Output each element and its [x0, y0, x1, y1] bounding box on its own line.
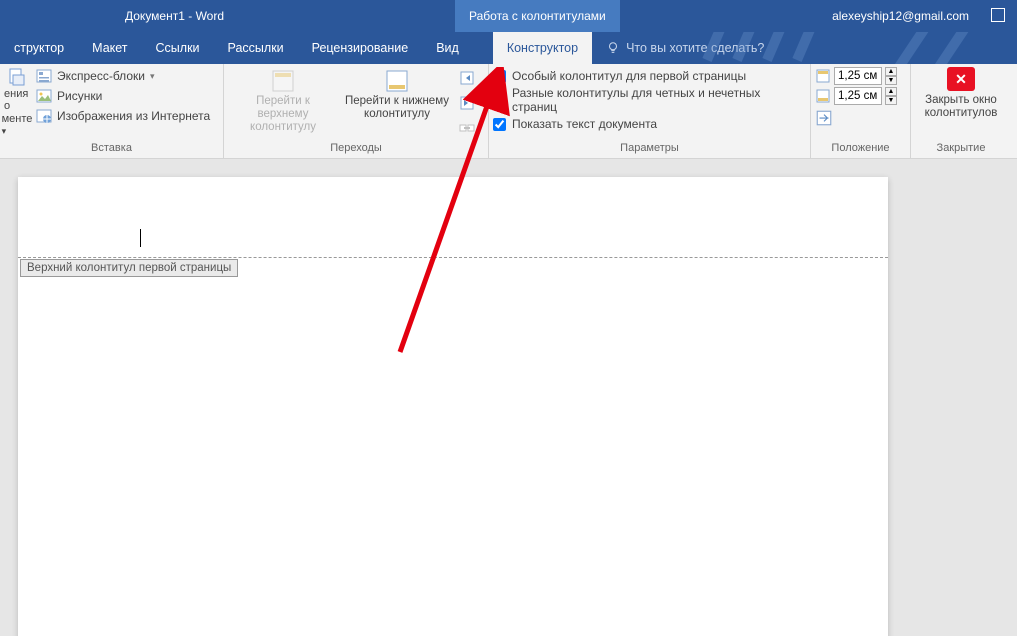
spin-up[interactable]: ▲: [885, 67, 897, 76]
close-icon: ✕: [947, 67, 975, 91]
ribbon: ения о менте ▾ Экспресс-блоки ▾ Рисунки …: [0, 64, 1017, 159]
tell-me-search[interactable]: Что вы хотите сделать?: [592, 32, 778, 64]
previous-section-button[interactable]: [456, 67, 478, 89]
group-label-transitions: Переходы: [228, 142, 484, 156]
document-info-icon: [7, 67, 27, 87]
show-document-text-checkbox[interactable]: Показать текст документа: [493, 117, 806, 131]
tab-review[interactable]: Рецензирование: [298, 32, 423, 64]
quick-parts-button[interactable]: Экспресс-блоки ▾: [34, 67, 212, 85]
tab-view[interactable]: Вид: [422, 32, 473, 64]
group-transitions: Перейти к верхнему колонтитулу Перейти к…: [224, 64, 489, 158]
show-document-text-input[interactable]: [493, 118, 506, 131]
header-from-top-input[interactable]: [834, 67, 882, 85]
footer-bottom-icon: [815, 88, 831, 104]
group-insert: ения о менте ▾ Экспресс-блоки ▾ Рисунки …: [0, 64, 224, 158]
group-label-close: Закрытие: [937, 142, 986, 156]
header-area[interactable]: Верхний колонтитул первой страницы: [18, 177, 888, 277]
next-icon: [459, 95, 475, 111]
ribbon-display-options-icon[interactable]: [991, 8, 1005, 22]
group-label-position: Положение: [815, 142, 906, 156]
online-pictures-button[interactable]: Изображения из Интернета: [34, 107, 212, 125]
document-title: Документ1 - Word: [125, 9, 224, 23]
header-boundary-line: [18, 257, 888, 258]
different-first-page-checkbox[interactable]: Особый колонтитул для первой страницы: [493, 69, 806, 83]
spin-down[interactable]: ▼: [885, 96, 897, 105]
insert-alignment-tab-button[interactable]: [815, 109, 833, 127]
group-parameters: Особый колонтитул для первой страницы Ра…: [489, 64, 811, 158]
group-close: ✕ Закрыть окно колонтитулов Закрытие: [911, 64, 1011, 158]
goto-header-icon: [267, 69, 299, 93]
page[interactable]: Верхний колонтитул первой страницы: [18, 177, 888, 636]
quick-parts-icon: [36, 68, 52, 84]
link-icon: [459, 120, 475, 136]
group-label-insert: Вставка: [4, 142, 219, 156]
online-pictures-icon: [36, 108, 52, 124]
goto-footer-icon: [381, 69, 413, 93]
tab-design-context[interactable]: Конструктор: [493, 32, 592, 64]
tab-partial[interactable]: структор: [0, 32, 78, 64]
goto-footer-button[interactable]: Перейти к нижнему колонтитулу: [342, 67, 452, 123]
different-first-page-input[interactable]: [493, 70, 506, 83]
user-email[interactable]: alexeyship12@gmail.com: [832, 9, 969, 23]
tell-me-label: Что вы хотите сделать?: [626, 41, 764, 55]
close-header-footer-button[interactable]: ✕ Закрыть окно колонтитулов: [918, 67, 1004, 120]
header-tag: Верхний колонтитул первой страницы: [20, 259, 238, 277]
titlebar: Документ1 - Word Работа с колонтитулами …: [0, 0, 1017, 32]
document-info-button[interactable]: ения о менте ▾: [4, 67, 30, 137]
tab-mailings[interactable]: Рассылки: [214, 32, 298, 64]
next-section-button[interactable]: [456, 92, 478, 114]
tab-layout[interactable]: Макет: [78, 32, 141, 64]
group-position: ▲▼ ▲▼ Положение: [811, 64, 911, 158]
footer-from-bottom-input[interactable]: [834, 87, 882, 105]
group-label-parameters: Параметры: [493, 142, 806, 156]
link-previous-button[interactable]: [456, 117, 478, 139]
footer-from-bottom-spinner[interactable]: ▲▼: [815, 87, 897, 105]
different-odd-even-checkbox[interactable]: Разные колонтитулы для четных и нечетных…: [493, 86, 806, 114]
previous-icon: [459, 70, 475, 86]
header-top-icon: [815, 68, 831, 84]
pictures-button[interactable]: Рисунки: [34, 87, 212, 105]
context-tab-title: Работа с колонтитулами: [455, 0, 620, 32]
tab-references[interactable]: Ссылки: [142, 32, 214, 64]
pictures-icon: [36, 88, 52, 104]
document-area: Верхний колонтитул первой страницы: [0, 159, 1017, 636]
spin-up[interactable]: ▲: [885, 87, 897, 96]
different-odd-even-input[interactable]: [493, 94, 506, 107]
text-cursor: [140, 229, 141, 247]
lightbulb-icon: [606, 41, 620, 55]
goto-header-button: Перейти к верхнему колонтитулу: [228, 67, 338, 137]
spin-down[interactable]: ▼: [885, 76, 897, 85]
header-from-top-spinner[interactable]: ▲▼: [815, 67, 897, 85]
ribbon-tabs: структор Макет Ссылки Рассылки Рецензиро…: [0, 32, 1017, 64]
